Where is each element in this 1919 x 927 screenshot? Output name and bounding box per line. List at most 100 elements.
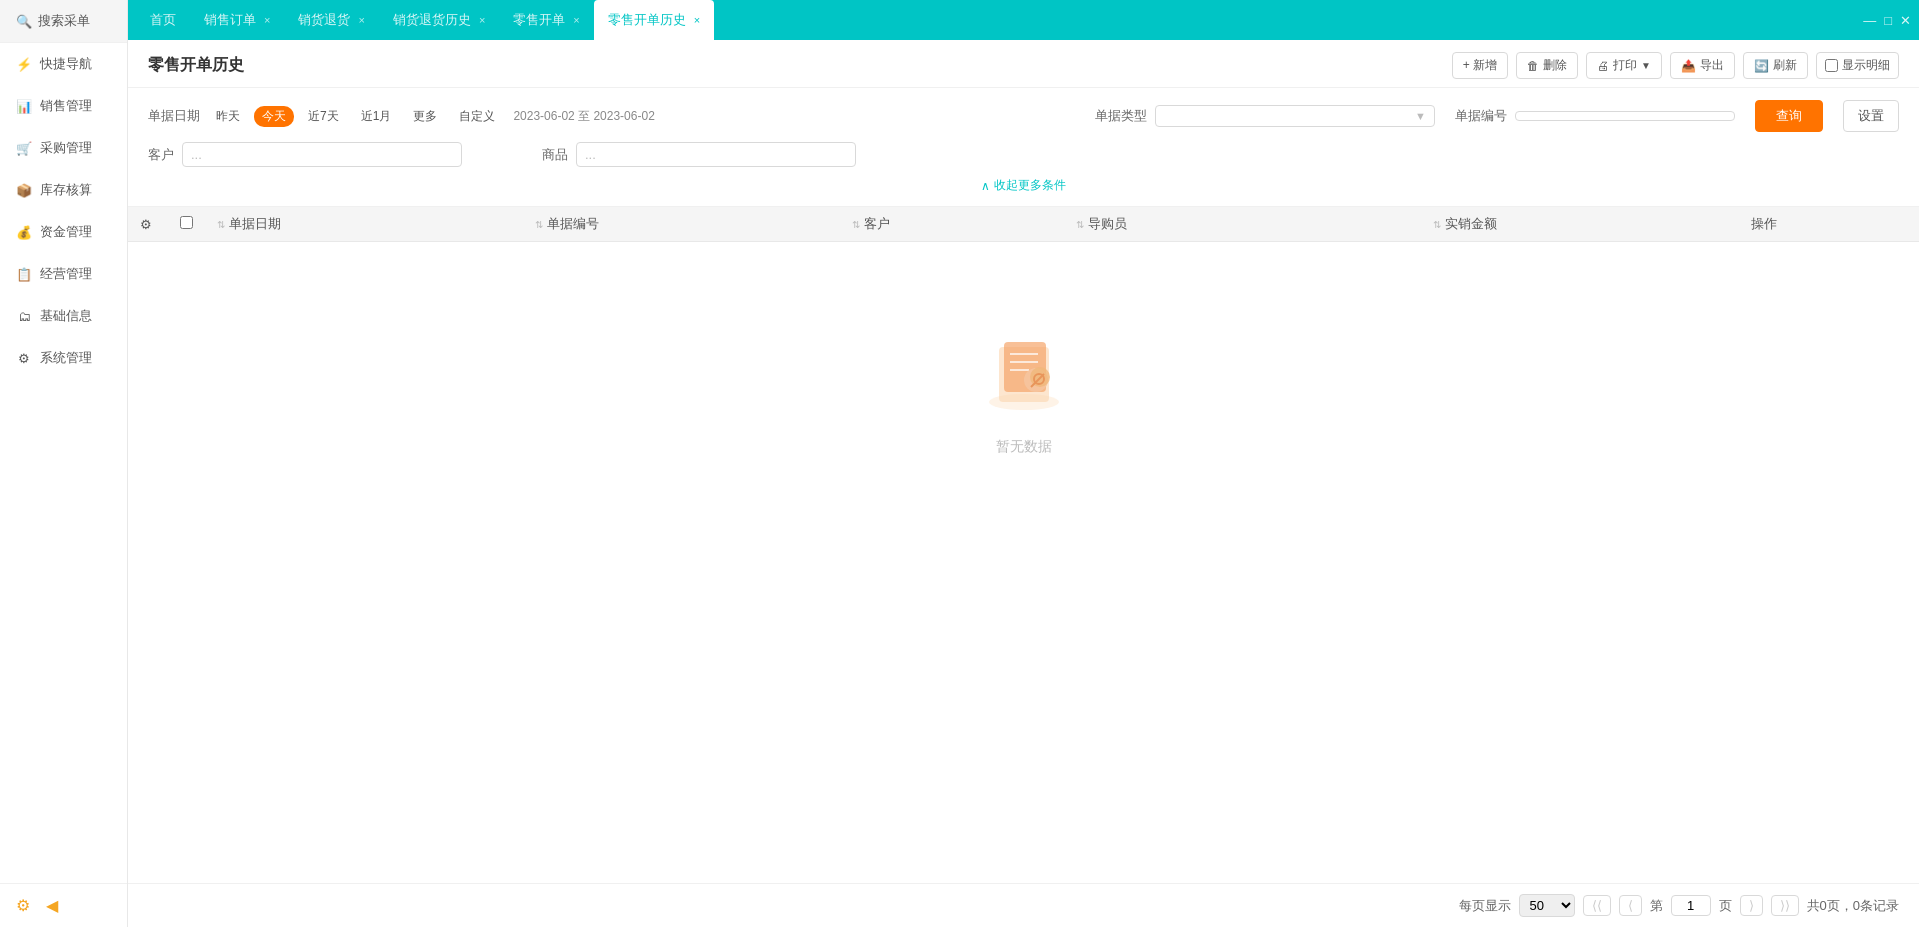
- tab-retail-open-history[interactable]: 零售开单历史 ×: [594, 0, 714, 40]
- date-option-more[interactable]: 更多: [405, 106, 445, 127]
- date-option-7days[interactable]: 近7天: [300, 106, 347, 127]
- settings-icon[interactable]: ⚙: [16, 896, 30, 915]
- customer-placeholder: ...: [191, 147, 202, 162]
- tab-sales-return-history[interactable]: 销货退货历史 ×: [379, 0, 499, 40]
- sidebar-item-label: 快捷导航: [40, 55, 92, 73]
- date-option-today[interactable]: 今天: [254, 106, 294, 127]
- th-actions: 操作: [1739, 207, 1919, 242]
- th-bill-date-sort-icon: ⇅: [217, 219, 225, 230]
- window-maximize-icon[interactable]: □: [1884, 13, 1892, 28]
- window-close-icon[interactable]: ✕: [1900, 13, 1911, 28]
- next-page-button[interactable]: ⟩: [1740, 895, 1763, 916]
- tab-sales-return[interactable]: 销货退货 ×: [284, 0, 378, 40]
- tab-retail-open[interactable]: 零售开单 ×: [499, 0, 593, 40]
- filter-row-1: 单据日期 昨天 今天 近7天 近1月 更多 自定义 2023-06-02 至 2…: [148, 100, 1899, 132]
- tab-home-label: 首页: [150, 11, 176, 29]
- window-minimize-icon[interactable]: —: [1863, 13, 1876, 28]
- empty-state: 暂无数据: [128, 242, 1919, 536]
- th-bill-date-label: 单据日期: [229, 215, 281, 233]
- first-page-icon: ⟨⟨: [1592, 898, 1602, 913]
- prev-page-button[interactable]: ⟨: [1619, 895, 1642, 916]
- page-header: 零售开单历史 + 新增 🗑 删除 🖨 打印 ▼ 📤 导出 🔄: [128, 40, 1919, 88]
- th-bill-no[interactable]: ⇅ 单据编号: [523, 207, 841, 242]
- print-button[interactable]: 🖨 打印 ▼: [1586, 52, 1662, 79]
- sidebar-item-operations[interactable]: 📋 经营管理: [0, 253, 127, 295]
- select-all-checkbox[interactable]: [180, 216, 193, 229]
- sidebar-search-label: 搜索采单: [38, 12, 90, 30]
- th-guide[interactable]: ⇅ 导购员: [1064, 207, 1335, 242]
- sidebar-item-system-mgmt[interactable]: ⚙ 系统管理: [0, 337, 127, 379]
- page-number-input[interactable]: [1671, 895, 1711, 916]
- display-cols-toggle[interactable]: 显示明细: [1816, 52, 1899, 79]
- sidebar-item-quick-nav[interactable]: ⚡ 快捷导航: [0, 43, 127, 85]
- page-title: 零售开单历史: [148, 55, 244, 76]
- tab-retail-open-close[interactable]: ×: [573, 14, 579, 26]
- first-page-button[interactable]: ⟨⟨: [1583, 895, 1611, 916]
- export-button[interactable]: 📤 导出: [1670, 52, 1735, 79]
- goods-filter: 商品 ...: [542, 142, 856, 167]
- date-option-custom[interactable]: 自定义: [451, 106, 503, 127]
- sidebar-item-sales-mgmt[interactable]: 📊 销售管理: [0, 85, 127, 127]
- bill-type-dropdown-icon: ▼: [1415, 110, 1426, 122]
- bill-type-filter: 单据类型 ▼: [1095, 105, 1435, 127]
- page-area: 零售开单历史 + 新增 🗑 删除 🖨 打印 ▼ 📤 导出 🔄: [128, 40, 1919, 927]
- sidebar-item-purchase-mgmt[interactable]: 🛒 采购管理: [0, 127, 127, 169]
- bill-no-input[interactable]: [1515, 111, 1735, 121]
- bill-type-select[interactable]: ▼: [1155, 105, 1435, 127]
- date-option-yesterday[interactable]: 昨天: [208, 106, 248, 127]
- display-cols-checkbox[interactable]: [1825, 59, 1838, 72]
- per-page-select[interactable]: 50 10 20 100: [1519, 894, 1575, 917]
- sidebar-item-inventory[interactable]: 📦 库存核算: [0, 169, 127, 211]
- main-content: 首页 销售订单 × 销货退货 × 销货退货历史 × 零售开单 × 零售开单历史 …: [128, 0, 1919, 927]
- customer-filter: 客户 ...: [148, 142, 462, 167]
- settings-cols-icon[interactable]: ⚙: [140, 217, 152, 232]
- add-button[interactable]: + 新增: [1452, 52, 1508, 79]
- tab-retail-open-history-label: 零售开单历史: [608, 11, 686, 29]
- th-checkbox[interactable]: [168, 207, 205, 242]
- goods-input[interactable]: ...: [576, 142, 856, 167]
- pagination: 每页显示 50 10 20 100 ⟨⟨ ⟨ 第 页 ⟩ ⟩⟩ 共0页，0条记录: [128, 883, 1919, 927]
- th-amount[interactable]: ⇅ 实销金额: [1421, 207, 1739, 242]
- collapse-row: ∧ 收起更多条件: [148, 177, 1899, 194]
- tab-sales-return-history-label: 销货退货历史: [393, 11, 471, 29]
- sidebar-item-finance[interactable]: 💰 资金管理: [0, 211, 127, 253]
- delete-button[interactable]: 🗑 删除: [1516, 52, 1578, 79]
- delete-icon: 🗑: [1527, 59, 1539, 73]
- th-guide-sort-icon: ⇅: [1076, 219, 1084, 230]
- tab-sales-return-close[interactable]: ×: [358, 14, 364, 26]
- collapse-button[interactable]: ∧ 收起更多条件: [148, 177, 1899, 194]
- th-spacer: [1334, 207, 1421, 242]
- print-label: 打印: [1613, 57, 1637, 74]
- bill-type-label: 单据类型: [1095, 107, 1147, 125]
- operations-icon: 📋: [16, 266, 32, 282]
- display-cols-label: 显示明细: [1842, 57, 1890, 74]
- sidebar-search[interactable]: 🔍 搜索采单: [0, 0, 127, 43]
- th-bill-date[interactable]: ⇅ 单据日期: [205, 207, 523, 242]
- filter-area: 单据日期 昨天 今天 近7天 近1月 更多 自定义 2023-06-02 至 2…: [128, 88, 1919, 207]
- export-icon: 📤: [1681, 59, 1696, 73]
- goods-placeholder: ...: [585, 147, 596, 162]
- empty-label: 暂无数据: [996, 438, 1052, 456]
- finance-icon: 💰: [16, 224, 32, 240]
- refresh-icon: 🔄: [1754, 59, 1769, 73]
- tab-retail-open-history-close[interactable]: ×: [694, 14, 700, 26]
- date-range-display: 2023-06-02 至 2023-06-02: [513, 108, 654, 125]
- page-suffix: 页: [1719, 897, 1732, 915]
- tab-home[interactable]: 首页: [136, 0, 190, 40]
- sidebar-item-label: 基础信息: [40, 307, 92, 325]
- customer-input[interactable]: ...: [182, 142, 462, 167]
- collapse-icon[interactable]: ◀: [46, 896, 58, 915]
- refresh-button[interactable]: 🔄 刷新: [1743, 52, 1808, 79]
- sidebar-item-basic-info[interactable]: 🗂 基础信息: [0, 295, 127, 337]
- th-bill-no-sort-icon: ⇅: [535, 219, 543, 230]
- th-customer[interactable]: ⇅ 客户: [840, 207, 1064, 242]
- last-page-button[interactable]: ⟩⟩: [1771, 895, 1799, 916]
- th-settings[interactable]: ⚙: [128, 207, 168, 242]
- th-guide-label: 导购员: [1088, 215, 1127, 233]
- tab-sales-order-close[interactable]: ×: [264, 14, 270, 26]
- tab-sales-order[interactable]: 销售订单 ×: [190, 0, 284, 40]
- query-button[interactable]: 查询: [1755, 100, 1823, 132]
- settings-button[interactable]: 设置: [1843, 100, 1899, 132]
- date-option-1month[interactable]: 近1月: [353, 106, 400, 127]
- tab-sales-return-history-close[interactable]: ×: [479, 14, 485, 26]
